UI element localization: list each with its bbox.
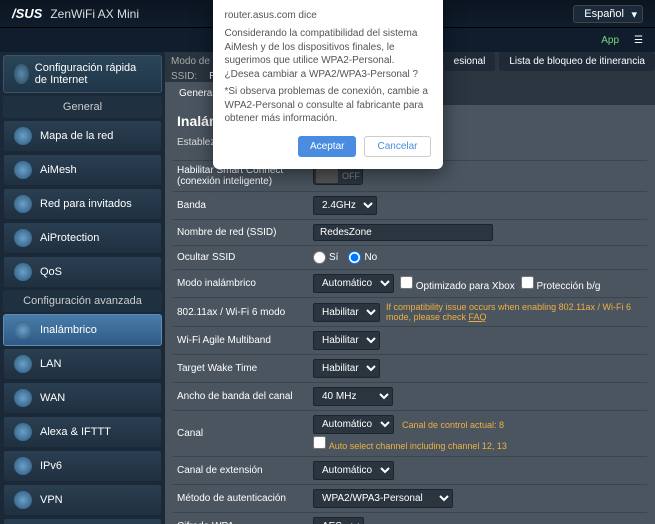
dialog-text1: Considerando la compatibilidad del siste… (225, 27, 431, 81)
accept-button[interactable]: Aceptar (298, 136, 356, 157)
dialog-text2: *Si observa problemas de conexión, cambi… (225, 85, 431, 126)
cancel-button[interactable]: Cancelar (364, 136, 430, 157)
dialog-host: router.asus.com dice (225, 10, 431, 21)
modal-overlay: router.asus.com dice Considerando la com… (0, 0, 655, 524)
confirm-dialog: router.asus.com dice Considerando la com… (213, 0, 443, 169)
